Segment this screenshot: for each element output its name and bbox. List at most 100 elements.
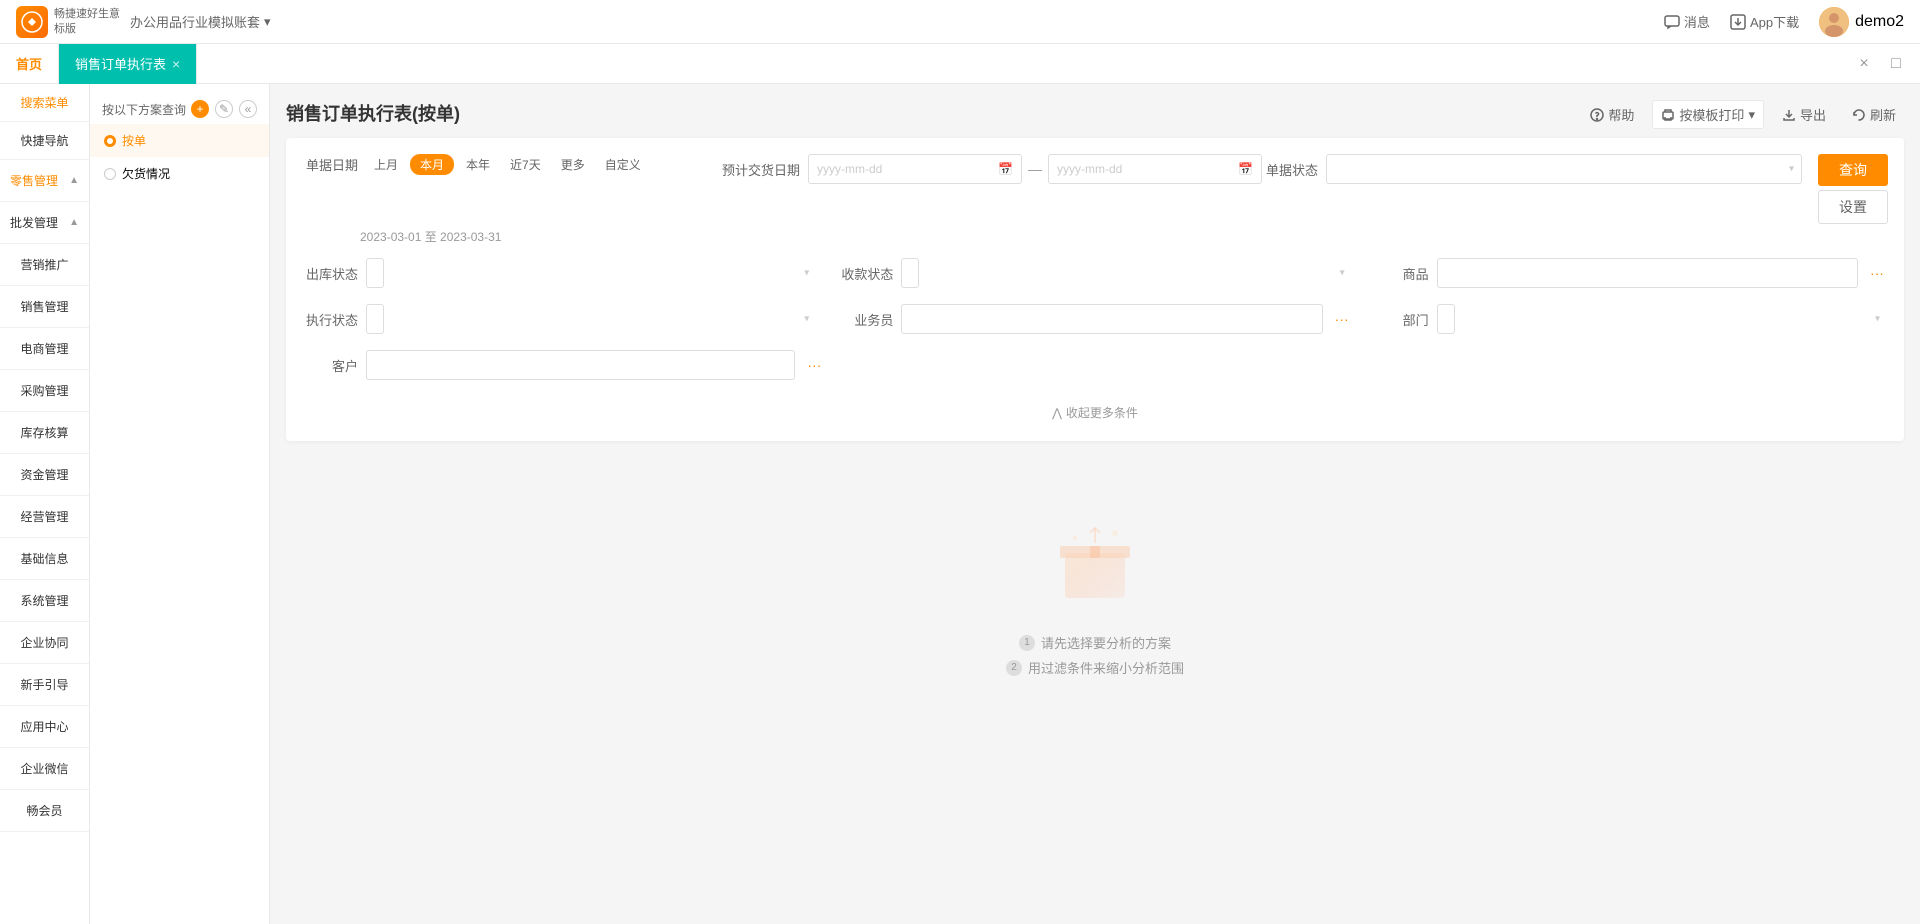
date-tab-last-month[interactable]: 上月 xyxy=(366,154,406,175)
left-panel-item-arrears[interactable]: 欠货情况 xyxy=(90,157,269,190)
print-button[interactable]: 按模板打印 ▾ xyxy=(1652,100,1764,129)
filter-row-4: 客户 ··· xyxy=(302,350,1888,380)
tab-close-icon[interactable]: × xyxy=(172,57,180,71)
refresh-button[interactable]: 刷新 xyxy=(1844,101,1904,128)
date-tab-this-year[interactable]: 本年 xyxy=(458,154,498,175)
salesperson-input[interactable] xyxy=(901,304,1322,334)
sidebar-item-operations[interactable]: 经营管理 xyxy=(0,496,89,538)
salesperson-dots[interactable]: ··· xyxy=(1331,311,1353,327)
bill-status-label: 单据状态 xyxy=(1262,160,1318,179)
sidebar-quick-nav[interactable]: 快捷导航 xyxy=(0,122,89,160)
date-tab-custom[interactable]: 自定义 xyxy=(597,154,649,175)
export-button[interactable]: 导出 xyxy=(1774,101,1834,128)
goods-group: 商品 ··· xyxy=(1373,258,1888,288)
sidebar-item-appcenter[interactable]: 应用中心 xyxy=(0,706,89,748)
header-right: 消息 App下载 demo2 xyxy=(1664,7,1904,37)
payment-status-select[interactable] xyxy=(901,258,919,288)
empty-hint-2-text: 用过滤条件来缩小分析范围 xyxy=(1028,658,1184,677)
sidebar-item-ecommerce[interactable]: 电商管理 xyxy=(0,328,89,370)
goods-input[interactable] xyxy=(1437,258,1858,288)
edit-scheme-button[interactable]: ✎ xyxy=(215,100,233,118)
add-scheme-button[interactable]: + xyxy=(191,100,209,118)
exec-status-select-wrapper: ▾ xyxy=(366,304,817,334)
date-tab-last7[interactable]: 近7天 xyxy=(502,154,549,175)
payment-status-label: 收款状态 xyxy=(837,264,893,283)
collapse-label: 收起更多条件 xyxy=(1066,404,1138,421)
date-from-input[interactable]: yyyy-mm-dd 📅 xyxy=(808,154,1022,184)
help-button[interactable]: 帮助 xyxy=(1582,101,1642,128)
page-title-bar: 销售订单执行表(按单) 帮助 按模板打印 xyxy=(286,100,1904,126)
print-label: 按模板打印 xyxy=(1679,105,1744,124)
date-tab-more[interactable]: 更多 xyxy=(553,154,593,175)
date-to-input[interactable]: yyyy-mm-dd 📅 xyxy=(1048,154,1262,184)
empty-state-icon xyxy=(1045,513,1145,613)
sidebar-item-wechat[interactable]: 企业微信 xyxy=(0,748,89,790)
filter-panel: 单据日期 上月 本月 本年 近7天 更多 自定义 预计交货日期 yyyy-mm- xyxy=(286,138,1904,441)
payment-chevron: ▾ xyxy=(1340,268,1345,279)
salesperson-group: 业务员 ··· xyxy=(837,304,1352,334)
collapse-bar[interactable]: ⋀ 收起更多条件 xyxy=(302,396,1888,425)
arrears-item-icon xyxy=(104,168,116,180)
print-icon xyxy=(1661,108,1675,122)
app-download-button[interactable]: App下载 xyxy=(1730,12,1799,31)
customer-input[interactable] xyxy=(366,350,795,380)
sidebar-sales-label: 销售管理 xyxy=(20,298,68,315)
sidebar-system-label: 系统管理 xyxy=(20,592,68,609)
sidebar-item-retail[interactable]: 零售管理 ▲ xyxy=(0,160,89,202)
message-button[interactable]: 消息 xyxy=(1664,12,1710,31)
sidebar-item-sales[interactable]: 销售管理 xyxy=(0,286,89,328)
sidebar-item-newuser[interactable]: 新手引导 xyxy=(0,664,89,706)
logo-icon xyxy=(16,6,48,38)
sidebar-retail-label: 零售管理 xyxy=(10,172,58,189)
sidebar-item-finance[interactable]: 资金管理 xyxy=(0,454,89,496)
department-select[interactable] xyxy=(1437,304,1455,334)
breadcrumb-selector[interactable]: 办公用品行业模拟账套 ▾ xyxy=(130,12,271,31)
collapse-panel-button[interactable]: « xyxy=(239,100,257,118)
calendar-to-icon: 📅 xyxy=(1238,162,1253,176)
sidebar-item-enterprise[interactable]: 企业协同 xyxy=(0,622,89,664)
sidebar-item-wholesale[interactable]: 批发管理 ▲ xyxy=(0,202,89,244)
goods-label: 商品 xyxy=(1373,264,1429,283)
payment-status-select-wrapper: ▾ xyxy=(901,258,1352,288)
customer-dots[interactable]: ··· xyxy=(803,357,825,373)
sidebar-item-inventory[interactable]: 库存核算 xyxy=(0,412,89,454)
sidebar-operations-label: 经营管理 xyxy=(20,508,68,525)
collapse-icon: ⋀ xyxy=(1052,406,1062,420)
content-area: 销售订单执行表(按单) 帮助 按模板打印 xyxy=(270,84,1920,924)
left-panel-item-press[interactable]: 按单 xyxy=(90,124,269,157)
settings-button[interactable]: 设置 xyxy=(1818,190,1888,224)
tab-sales-exec[interactable]: 销售订单执行表 × xyxy=(59,44,197,84)
sidebar-item-purchase[interactable]: 采购管理 xyxy=(0,370,89,412)
query-button[interactable]: 查询 xyxy=(1818,154,1888,186)
tab-close-window-button[interactable]: × xyxy=(1852,52,1876,76)
download-icon xyxy=(1730,14,1746,30)
logo-text: 畅捷速好生意 标版 xyxy=(54,7,120,36)
date-from-placeholder: yyyy-mm-dd xyxy=(817,162,882,176)
left-panel-actions: + ✎ « xyxy=(191,100,257,118)
goods-dots[interactable]: ··· xyxy=(1866,265,1888,281)
sidebar-item-marketing[interactable]: 营销推广 xyxy=(0,244,89,286)
shipment-status-group: 出库状态 ▾ xyxy=(302,258,817,288)
date-range-display: 2023-03-01 至 2023-03-31 xyxy=(360,228,1888,246)
shipment-status-select[interactable] xyxy=(366,258,384,288)
breadcrumb-label: 办公用品行业模拟账套 xyxy=(130,12,260,31)
sidebar-item-member[interactable]: 畅会员 xyxy=(0,790,89,832)
shipment-status-select-wrapper: ▾ xyxy=(366,258,817,288)
logo-area: 畅捷速好生意 标版 xyxy=(16,6,120,38)
tab-maximize-button[interactable]: □ xyxy=(1884,52,1908,76)
exec-status-select[interactable] xyxy=(366,304,384,334)
sidebar-inventory-label: 库存核算 xyxy=(20,424,68,441)
sidebar-search[interactable]: 搜索菜单 xyxy=(0,84,89,122)
sidebar-newuser-label: 新手引导 xyxy=(20,676,68,693)
date-tab-this-month[interactable]: 本月 xyxy=(410,154,454,175)
user-info[interactable]: demo2 xyxy=(1819,7,1904,37)
help-icon xyxy=(1590,108,1604,122)
bill-status-select[interactable]: ▾ xyxy=(1326,154,1802,184)
sidebar-item-system[interactable]: 系统管理 xyxy=(0,580,89,622)
sidebar-retail-expand-icon: ▲ xyxy=(69,175,79,186)
tab-home[interactable]: 首页 xyxy=(0,44,59,84)
sidebar-marketing-label: 营销推广 xyxy=(20,256,68,273)
empty-num-2: 2 xyxy=(1006,660,1022,676)
sidebar-item-basic[interactable]: 基础信息 xyxy=(0,538,89,580)
tab-sales-exec-label: 销售订单执行表 xyxy=(75,54,166,73)
